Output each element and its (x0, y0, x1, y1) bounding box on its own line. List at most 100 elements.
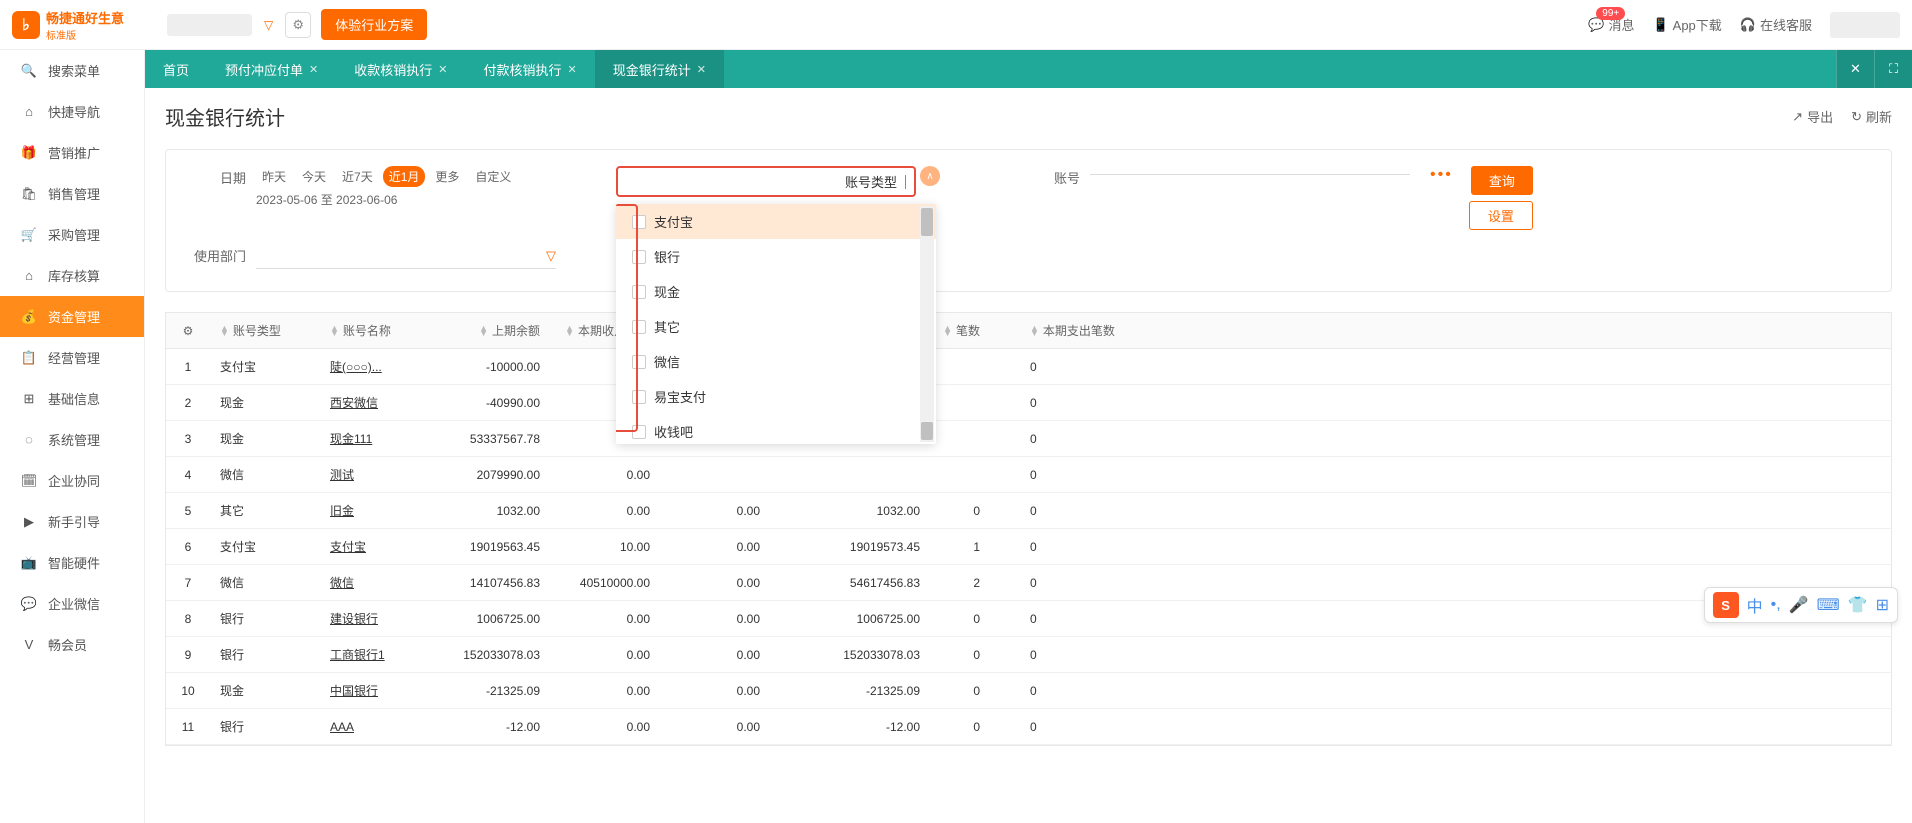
checkbox[interactable] (632, 355, 646, 369)
table-row[interactable]: 4 微信 测试 2079990.00 0.00 0 (166, 457, 1891, 493)
account-input[interactable] (1090, 166, 1410, 175)
account-name-link[interactable]: 支付宝 (330, 538, 366, 555)
date-opt-近7天[interactable]: 近7天 (336, 166, 379, 187)
tab-预付冲应付单[interactable]: 预付冲应付单✕ (207, 50, 336, 88)
checkbox[interactable] (632, 390, 646, 404)
account-name-link[interactable]: 工商银行1 (330, 646, 385, 663)
scroll-down-button[interactable] (921, 422, 933, 440)
dropdown-scrollbar[interactable] (920, 206, 934, 442)
collapse-filter-button[interactable]: ∧ (920, 166, 940, 186)
account-name-link[interactable]: 中国银行 (330, 682, 378, 699)
table-row[interactable]: 10 现金 中国银行 -21325.09 0.00 0.00 -21325.09… (166, 673, 1891, 709)
col-account-type[interactable]: ▲▼账号类型 (210, 313, 320, 348)
sidebar-item-智能硬件[interactable]: 📺智能硬件 (0, 542, 144, 583)
dropdown-item-支付宝[interactable]: 支付宝 (616, 204, 936, 239)
sidebar-item-资金管理[interactable]: 💰资金管理 (0, 296, 144, 337)
user-avatar[interactable] (1830, 12, 1900, 38)
date-opt-近1月[interactable]: 近1月 (383, 166, 426, 187)
scroll-up-button[interactable] (921, 208, 933, 236)
company-selector[interactable]: ▽ ⚙ 体验行业方案 (167, 9, 427, 40)
sidebar-item-系统管理[interactable]: ◌系统管理 (0, 419, 144, 460)
account-type-select[interactable]: 账号类型 (616, 166, 916, 197)
table-row[interactable]: 5 其它 旧金 1032.00 0.00 0.00 1032.00 0 0 (166, 493, 1891, 529)
tab-close-icon[interactable]: ✕ (697, 63, 706, 76)
account-name-link[interactable]: 旧金 (330, 502, 354, 519)
col-count[interactable]: ▲▼笔数 (930, 313, 990, 348)
logo[interactable]: ♭ 畅捷通好生意 标准版 (12, 8, 147, 42)
sidebar-item-畅会员[interactable]: V畅会员 (0, 624, 144, 665)
sidebar-item-企业协同[interactable]: 🗓企业协同 (0, 460, 144, 501)
tab-付款核销执行[interactable]: 付款核销执行✕ (465, 50, 594, 88)
ime-toolbox-icon[interactable]: ⊞ (1876, 595, 1889, 615)
sidebar-item-销售管理[interactable]: 🛍销售管理 (0, 173, 144, 214)
table-row[interactable]: 11 银行 AAA -12.00 0.00 0.00 -12.00 0 0 (166, 709, 1891, 745)
dropdown-item-其它[interactable]: 其它 (616, 309, 936, 344)
dropdown-item-微信[interactable]: 微信 (616, 344, 936, 379)
account-name-link[interactable]: 现金111 (330, 430, 372, 447)
close-all-tabs-button[interactable]: ✕ (1836, 50, 1874, 88)
date-opt-昨天[interactable]: 昨天 (256, 166, 292, 187)
tab-现金银行统计[interactable]: 现金银行统计✕ (595, 50, 724, 88)
sidebar-item-基础信息[interactable]: ⊞基础信息 (0, 378, 144, 419)
table-row[interactable]: 9 银行 工商银行1 152033078.03 0.00 0.00 152033… (166, 637, 1891, 673)
account-name-link[interactable]: 建设银行 (330, 610, 378, 627)
export-button[interactable]: ↗导出 (1792, 107, 1833, 126)
dropdown-item-现金[interactable]: 现金 (616, 274, 936, 309)
sidebar-item-经营管理[interactable]: 📋经营管理 (0, 337, 144, 378)
dropdown-item-易宝支付[interactable]: 易宝支付 (616, 379, 936, 414)
date-opt-更多[interactable]: 更多 (429, 166, 465, 187)
checkbox[interactable] (632, 425, 646, 439)
sidebar-item-快捷导航[interactable]: ⌂快捷导航 (0, 91, 144, 132)
tab-close-icon[interactable]: ✕ (309, 63, 318, 76)
account-name-link[interactable]: AAA (330, 720, 354, 734)
ime-skin-icon[interactable]: 👕 (1848, 595, 1868, 615)
sidebar-item-采购管理[interactable]: 🛒采购管理 (0, 214, 144, 255)
filter-settings-button[interactable]: 设置 (1469, 201, 1533, 230)
more-filters-button[interactable]: ••• (1430, 166, 1453, 184)
tab-收款核销执行[interactable]: 收款核销执行✕ (336, 50, 465, 88)
header-在线客服[interactable]: 🎧在线客服 (1740, 15, 1812, 34)
tab-close-icon[interactable]: ✕ (438, 63, 447, 76)
fullscreen-button[interactable]: ⛶ (1874, 50, 1912, 88)
table-row[interactable]: 7 微信 微信 14107456.83 40510000.00 0.00 546… (166, 565, 1891, 601)
ime-toolbar[interactable]: S 中 •, 🎤 ⌨ 👕 ⊞ (1704, 587, 1898, 623)
table-settings-button[interactable]: ⚙ (166, 313, 210, 348)
header-消息[interactable]: 💬消息99+ (1588, 15, 1634, 34)
dropdown-item-收钱吧[interactable]: 收钱吧 (616, 414, 936, 444)
trial-button[interactable]: 体验行业方案 (321, 9, 427, 40)
dropdown-item-银行[interactable]: 银行 (616, 239, 936, 274)
sidebar-item-搜索菜单[interactable]: 🔍搜索菜单 (0, 50, 144, 91)
tab-close-icon[interactable]: ✕ (568, 63, 577, 76)
sidebar-item-营销推广[interactable]: 🎁营销推广 (0, 132, 144, 173)
refresh-button[interactable]: ↻刷新 (1851, 107, 1892, 126)
ime-mic-icon[interactable]: 🎤 (1789, 595, 1809, 615)
col-prev-balance[interactable]: ▲▼上期余额 (440, 313, 550, 348)
col-account-name[interactable]: ▲▼账号名称 (320, 313, 440, 348)
account-name-link[interactable]: 测试 (330, 466, 354, 483)
checkbox[interactable] (632, 250, 646, 264)
table-row[interactable]: 6 支付宝 支付宝 19019563.45 10.00 0.00 1901957… (166, 529, 1891, 565)
header-App下载[interactable]: 📱App下载 (1652, 15, 1721, 34)
sidebar-item-库存核算[interactable]: ⌂库存核算 (0, 255, 144, 296)
date-opt-自定义[interactable]: 自定义 (469, 166, 517, 187)
checkbox[interactable] (632, 320, 646, 334)
ime-punct-icon[interactable]: •, (1771, 596, 1781, 614)
tab-首页[interactable]: 首页 (145, 50, 207, 88)
department-select[interactable]: ▽ (256, 244, 556, 269)
col-expense-count[interactable]: ▲▼本期支出笔数 (1020, 313, 1891, 348)
ime-keyboard-icon[interactable]: ⌨ (1817, 595, 1840, 615)
table-row[interactable]: 1 支付宝 陡(○○○)... -10000.00 0.00 0 (166, 349, 1891, 385)
checkbox[interactable] (632, 215, 646, 229)
date-opt-今天[interactable]: 今天 (296, 166, 332, 187)
sidebar-item-新手引导[interactable]: ▶新手引导 (0, 501, 144, 542)
query-button[interactable]: 查询 (1471, 166, 1533, 195)
table-row[interactable]: 8 银行 建设银行 1006725.00 0.00 0.00 1006725.0… (166, 601, 1891, 637)
checkbox[interactable] (632, 285, 646, 299)
table-row[interactable]: 3 现金 现金111 53337567.78 0.00 0 (166, 421, 1891, 457)
sidebar-item-企业微信[interactable]: 💬企业微信 (0, 583, 144, 624)
account-name-link[interactable]: 陡(○○○)... (330, 358, 382, 375)
account-name-link[interactable]: 西安微信 (330, 394, 378, 411)
table-row[interactable]: 2 现金 西安微信 -40990.00 0.00 0 (166, 385, 1891, 421)
ime-lang[interactable]: 中 (1747, 593, 1763, 617)
settings-gear-button[interactable]: ⚙ (285, 12, 311, 38)
